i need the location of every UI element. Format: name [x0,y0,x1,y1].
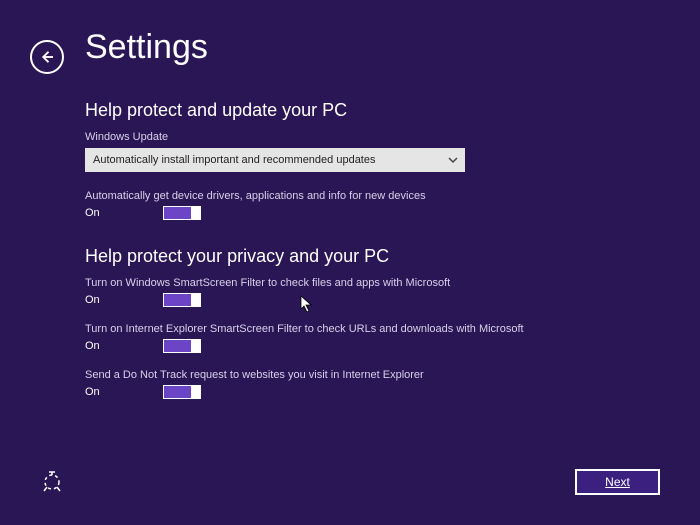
dnt-label: Send a Do Not Track request to websites … [85,369,660,381]
device-drivers-state: On [85,207,105,219]
ease-of-access-icon [40,470,64,494]
smartscreen-toggle[interactable] [163,293,201,307]
smartscreen-toggle-row: On [85,293,660,307]
arrow-left-icon [38,48,56,66]
windows-update-select[interactable]: Automatically install important and reco… [85,148,465,172]
ease-of-access-button[interactable] [40,470,64,494]
dnt-toggle-row: On [85,385,660,399]
ie-smartscreen-toggle-row: On [85,339,660,353]
toggle-knob [191,340,200,352]
footer: Next [0,469,700,495]
smartscreen-label: Turn on Windows SmartScreen Filter to ch… [85,277,660,289]
toggle-knob [191,294,200,306]
toggle-knob [191,386,200,398]
device-drivers-label: Automatically get device drivers, applic… [85,190,660,202]
windows-update-label: Windows Update [85,131,660,143]
device-drivers-toggle-row: On [85,206,660,220]
dnt-state: On [85,386,105,398]
dnt-toggle[interactable] [163,385,201,399]
device-drivers-toggle[interactable] [163,206,201,220]
next-button[interactable]: Next [575,469,660,495]
section-heading-update: Help protect and update your PC [85,100,660,121]
ie-smartscreen-label: Turn on Internet Explorer SmartScreen Fi… [85,323,660,335]
settings-content: Help protect and update your PC Windows … [85,100,660,415]
windows-update-selected-value: Automatically install important and reco… [85,148,465,172]
page-title: Settings [85,28,208,67]
section-heading-privacy: Help protect your privacy and your PC [85,246,660,267]
ie-smartscreen-state: On [85,340,105,352]
ie-smartscreen-toggle[interactable] [163,339,201,353]
smartscreen-state: On [85,294,105,306]
next-button-label: Next [605,475,630,489]
section-protect-update: Help protect and update your PC Windows … [85,100,660,220]
section-privacy: Help protect your privacy and your PC Tu… [85,246,660,399]
back-button[interactable] [30,40,64,74]
toggle-knob [191,207,200,219]
